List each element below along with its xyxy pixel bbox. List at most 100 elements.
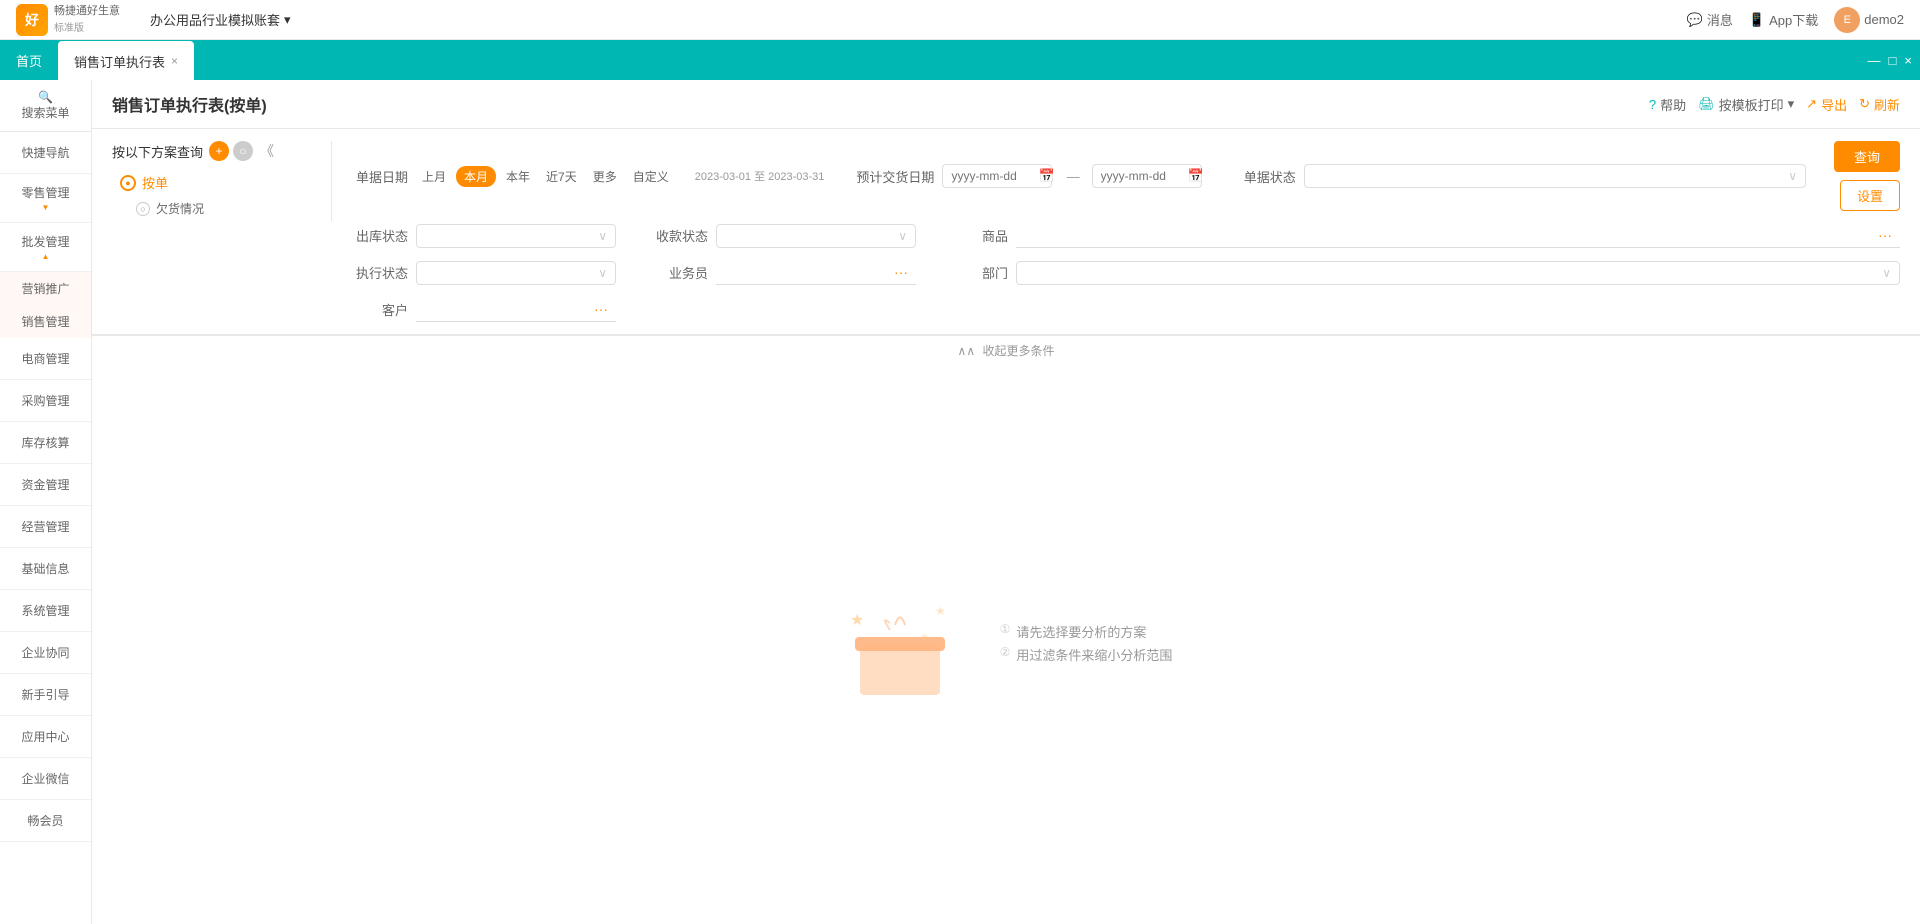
scheme-collapse-button[interactable]: 《 bbox=[257, 141, 277, 161]
sidebar-item-basic[interactable]: 基础信息 bbox=[0, 548, 91, 590]
app-download-button[interactable]: 📱 App下载 bbox=[1749, 10, 1818, 29]
date-group: 单据日期 上月 本月 本年 近7天 更多 自定义 bbox=[348, 166, 675, 187]
filter-row-2: 出库状态 ∨ 收款状态 ∨ bbox=[348, 223, 1900, 248]
date-more[interactable]: 更多 bbox=[587, 166, 623, 187]
ecommerce-label: 电商管理 bbox=[21, 352, 69, 366]
date-7days[interactable]: 近7天 bbox=[540, 166, 583, 187]
status-select[interactable]: ∨ bbox=[1304, 164, 1806, 188]
expected-date-start[interactable] bbox=[942, 164, 1052, 188]
sidebar-search[interactable]: 🔍 搜索菜单 bbox=[0, 80, 91, 132]
calendar-icon-start: 📅 bbox=[1038, 168, 1054, 184]
delivery-select[interactable]: ∨ bbox=[416, 224, 616, 248]
sidebar-item-wholesale[interactable]: 批发管理 ▲ bbox=[0, 223, 91, 272]
filter-main-row: 按以下方案查询 + ○ 《 bbox=[112, 141, 1900, 322]
sidebar-item-system[interactable]: 系统管理 bbox=[0, 590, 91, 632]
enterprise-label: 企业协同 bbox=[21, 646, 69, 660]
sidebar-item-tutorial[interactable]: 新手引导 bbox=[0, 674, 91, 716]
date-custom[interactable]: 自定义 bbox=[627, 166, 675, 187]
tab-close-icon[interactable]: × bbox=[171, 54, 178, 68]
user-profile[interactable]: E demo2 bbox=[1834, 7, 1904, 33]
window-minimize-icon[interactable]: — bbox=[1868, 53, 1881, 68]
date-this-month[interactable]: 本月 bbox=[456, 166, 496, 187]
date-this-year[interactable]: 本年 bbox=[500, 166, 536, 187]
goods-input[interactable]: ··· bbox=[1016, 223, 1900, 248]
status-label: 单据状态 bbox=[1236, 167, 1296, 186]
goods-group: 商品 ··· bbox=[948, 223, 1900, 248]
delivery-group: 出库状态 ∨ bbox=[348, 224, 616, 248]
salesman-input[interactable]: ··· bbox=[716, 260, 916, 285]
app-title: 办公用品行业模拟账套 bbox=[150, 10, 280, 29]
scheme-item-by-order[interactable]: ● 按单 bbox=[112, 169, 319, 196]
expected-date-label: 预计交货日期 bbox=[856, 167, 934, 186]
customer-group: 客户 ··· bbox=[348, 297, 616, 322]
download-icon: 📱 bbox=[1749, 12, 1765, 28]
salesman-dots-icon[interactable]: ··· bbox=[894, 264, 908, 280]
app-arrow-icon: ▾ bbox=[284, 12, 291, 28]
refresh-button[interactable]: ↻ 刷新 bbox=[1859, 95, 1900, 114]
message-button[interactable]: 💬 消息 bbox=[1687, 10, 1733, 29]
filter-actions: 查询 设置 bbox=[1834, 141, 1900, 211]
dept-select[interactable]: ∨ bbox=[1016, 261, 1900, 285]
salesman-group: 业务员 ··· bbox=[648, 260, 916, 285]
sidebar-item-quick-nav[interactable]: 快捷导航 bbox=[0, 132, 91, 174]
sidebar-item-appstore[interactable]: 应用中心 bbox=[0, 716, 91, 758]
app-selector[interactable]: 办公用品行业模拟账套 ▾ bbox=[150, 10, 291, 29]
set-button[interactable]: 设置 bbox=[1840, 180, 1900, 211]
page-title: 销售订单执行表(按单) bbox=[112, 92, 267, 116]
status-group: 单据状态 ∨ bbox=[1236, 164, 1806, 188]
content-area: 销售订单执行表(按单) ? 帮助 🖨 按模板打印 ▾ ↗ 导出 ↻ 刷新 bbox=[92, 80, 1920, 924]
exec-group: 执行状态 ∨ bbox=[348, 261, 616, 285]
exec-arrow-icon: ∨ bbox=[598, 266, 607, 280]
sidebar-item-marketing[interactable]: 营销推广 bbox=[0, 272, 91, 305]
sidebar-item-ecommerce[interactable]: 电商管理 bbox=[0, 338, 91, 380]
hint-num-1: ① bbox=[1000, 622, 1011, 636]
sidebar-item-inventory[interactable]: 库存核算 bbox=[0, 422, 91, 464]
help-button[interactable]: ? 帮助 bbox=[1649, 95, 1686, 114]
sidebar-item-sales-mgmt[interactable]: 销售管理 bbox=[0, 305, 91, 338]
scheme-order-label: 按单 bbox=[142, 173, 168, 192]
sidebar-item-finance[interactable]: 资金管理 bbox=[0, 464, 91, 506]
nav-tabs: 首页 销售订单执行表 × — □ × bbox=[0, 40, 1920, 80]
empty-hints: ① 请先选择要分析的方案 ② 用过滤条件来缩小分析范围 bbox=[1000, 622, 1173, 668]
tab-home[interactable]: 首页 bbox=[0, 40, 58, 80]
sidebar-item-enterprise[interactable]: 企业协同 bbox=[0, 632, 91, 674]
svg-text:★: ★ bbox=[850, 612, 864, 629]
window-restore-icon[interactable]: □ bbox=[1889, 53, 1897, 68]
customer-input[interactable]: ··· bbox=[416, 297, 616, 322]
export-button[interactable]: ↗ 导出 bbox=[1806, 95, 1847, 114]
window-close-icon[interactable]: × bbox=[1904, 53, 1912, 68]
payment-group: 收款状态 ∨ bbox=[648, 224, 916, 248]
dept-group: 部门 ∨ bbox=[948, 261, 1900, 285]
print-icon: 🖨 bbox=[1698, 96, 1715, 112]
date-range-text: 2023-03-01 至 2023-03-31 bbox=[695, 168, 825, 184]
refresh-icon: ↻ bbox=[1859, 96, 1870, 112]
retail-label: 零售管理 bbox=[21, 184, 69, 201]
scheme-edit-button[interactable]: ○ bbox=[233, 141, 253, 161]
delivery-label: 出库状态 bbox=[348, 226, 408, 245]
expected-date-end[interactable] bbox=[1092, 164, 1202, 188]
goods-dots-icon[interactable]: ··· bbox=[1878, 227, 1892, 243]
sidebar-item-operations[interactable]: 经营管理 bbox=[0, 506, 91, 548]
sidebar-item-wechat[interactable]: 企业微信 bbox=[0, 758, 91, 800]
basic-label: 基础信息 bbox=[21, 562, 69, 576]
exec-select[interactable]: ∨ bbox=[416, 261, 616, 285]
customer-dots-icon[interactable]: ··· bbox=[594, 301, 608, 317]
collapse-row[interactable]: ∧∧ 收起更多条件 bbox=[92, 335, 1920, 365]
sidebar-item-purchase[interactable]: 采购管理 bbox=[0, 380, 91, 422]
print-button[interactable]: 🖨 按模板打印 ▾ bbox=[1698, 95, 1794, 114]
quick-nav-label: 快捷导航 bbox=[21, 146, 69, 160]
sidebar-item-member[interactable]: 畅会员 bbox=[0, 800, 91, 842]
sidebar-item-retail[interactable]: 零售管理 ▼ bbox=[0, 174, 91, 223]
collapse-icon: 《 bbox=[260, 141, 274, 161]
query-button[interactable]: 查询 bbox=[1834, 141, 1900, 172]
logo-sub: 标准版 bbox=[54, 19, 120, 34]
date-prev-month[interactable]: 上月 bbox=[416, 166, 452, 187]
tab-home-label: 首页 bbox=[16, 51, 42, 70]
scheme-item-shortage[interactable]: ○ 欠货情况 bbox=[112, 196, 319, 221]
payment-select[interactable]: ∨ bbox=[716, 224, 916, 248]
tab-sales-order[interactable]: 销售订单执行表 × bbox=[58, 41, 194, 81]
wechat-label: 企业微信 bbox=[21, 772, 69, 786]
collapse-label: 收起更多条件 bbox=[982, 344, 1054, 358]
print-label: 按模板打印 bbox=[1719, 95, 1784, 114]
scheme-add-button[interactable]: + bbox=[209, 141, 229, 161]
